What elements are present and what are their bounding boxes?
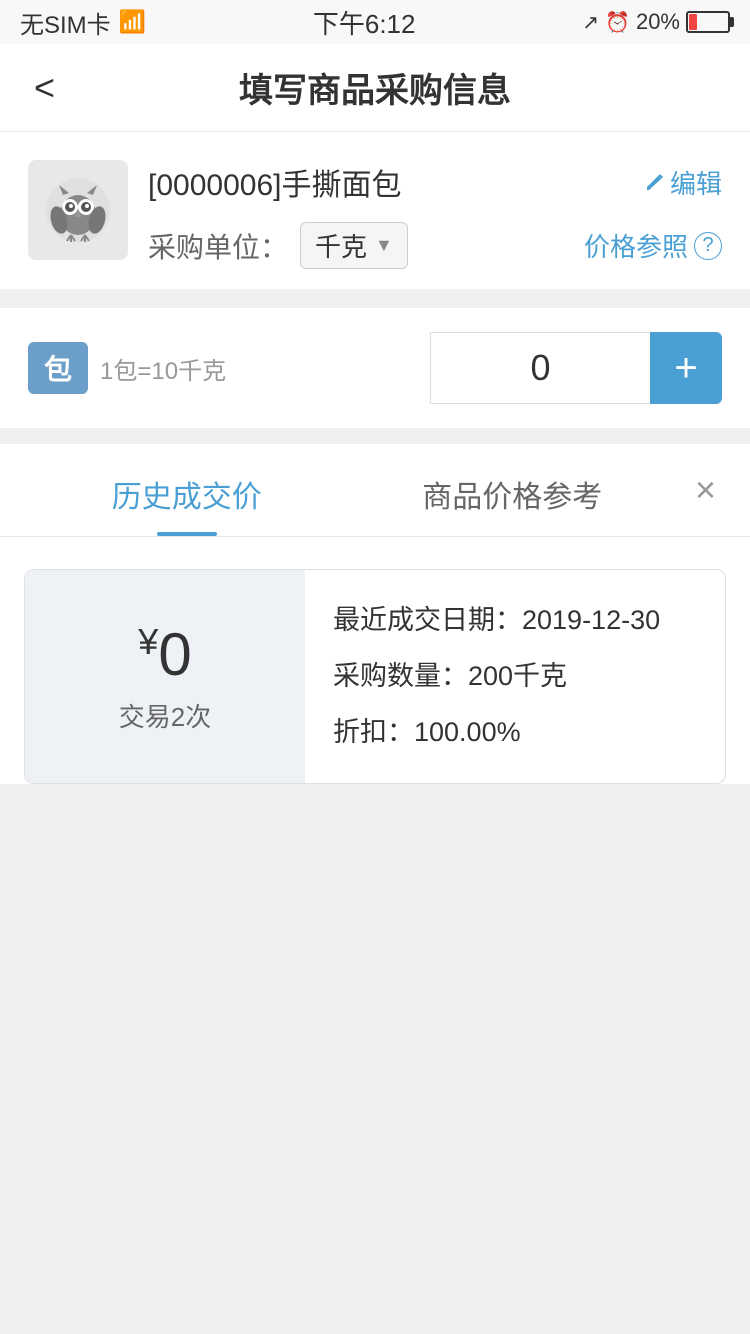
status-time: 下午6:12 (313, 4, 416, 41)
quantity-input-group: + (430, 332, 722, 404)
battery-icon (686, 11, 730, 33)
quantity-unit-box: 包 (28, 342, 88, 394)
wifi-icon: 📶 (119, 9, 146, 35)
tabs-header: 历史成交价 商品价格参考 × (0, 444, 750, 537)
status-right: ↗ ⏰ 20% (582, 9, 730, 35)
purchase-unit-label: 采购单位： (148, 226, 288, 266)
purchase-unit-row: 采购单位： 千克 ▼ 价格参照 ? (148, 222, 722, 269)
battery-text: 20% (636, 9, 680, 35)
price-reference-button[interactable]: 价格参照 ? (584, 227, 722, 264)
product-header: [0000006]手撕面包 编辑 采购单位： 千克 ▼ (28, 160, 722, 269)
price-left: ¥0 交易2次 (25, 570, 305, 783)
status-left: 无SIM卡 📶 (20, 5, 146, 40)
tab-history-price[interactable]: 历史成交价 (24, 444, 349, 536)
tab-product-price[interactable]: 商品价格参考 (349, 444, 674, 536)
tab-underline (157, 532, 217, 536)
price-card: ¥0 交易2次 最近成交日期：2019-12-30 采购数量：200千克 折扣：… (24, 569, 726, 784)
price-detail-discount-row: 折扣：100.00% (333, 714, 697, 752)
tab-history-label: 历史成交价 (112, 481, 262, 514)
price-value: 0 (158, 621, 191, 688)
quantity-label: 包 1包=10千克 (28, 342, 226, 394)
quantity-section: 包 1包=10千克 + (0, 307, 750, 428)
quantity-plus-button[interactable]: + (650, 332, 722, 404)
purchase-qty-value: 200千克 (468, 661, 567, 691)
carrier-text: 无SIM卡 (20, 5, 111, 40)
dropdown-icon: ▼ (375, 235, 393, 256)
alarm-icon: ⏰ (605, 10, 630, 35)
edit-button[interactable]: 编辑 (644, 164, 722, 201)
price-detail-date-row: 最近成交日期：2019-12-30 (333, 602, 697, 640)
tab-product-label: 商品价格参考 (422, 481, 602, 514)
back-button[interactable]: < (24, 57, 65, 119)
discount-label: 折扣： (333, 717, 414, 747)
edit-label: 编辑 (670, 164, 722, 201)
tabs-section: 历史成交价 商品价格参考 × ¥0 交易2次 最近成交日期：2019-12-30… (0, 444, 750, 784)
price-detail-qty-row: 采购数量：200千克 (333, 658, 697, 696)
price-right: 最近成交日期：2019-12-30 采购数量：200千克 折扣：100.00% (305, 570, 725, 783)
product-card: [0000006]手撕面包 编辑 采购单位： 千克 ▼ (0, 132, 750, 289)
purchase-qty-label: 采购数量： (333, 661, 468, 691)
quantity-conversion: 1包=10千克 (100, 351, 226, 386)
product-logo-icon (43, 175, 113, 245)
product-image (28, 160, 128, 260)
recent-date-value: 2019-12-30 (522, 605, 660, 635)
currency-symbol: ¥ (138, 621, 158, 662)
product-name-row: [0000006]手撕面包 编辑 (148, 160, 722, 204)
price-trades: 交易2次 (119, 697, 211, 734)
quantity-input[interactable] (430, 332, 650, 404)
recent-date-label: 最近成交日期： (333, 605, 522, 635)
help-icon: ? (694, 232, 722, 260)
product-name: [0000006]手撕面包 (148, 160, 401, 204)
status-bar: 无SIM卡 📶 下午6:12 ↗ ⏰ 20% (0, 0, 750, 44)
price-amount: ¥0 (138, 620, 191, 689)
separator-1 (0, 289, 750, 305)
edit-icon (644, 171, 666, 193)
nav-bar: < 填写商品采购信息 (0, 44, 750, 132)
product-info: [0000006]手撕面包 编辑 采购单位： 千克 ▼ (148, 160, 722, 269)
close-tab-button[interactable]: × (675, 459, 726, 521)
discount-value: 100.00% (414, 717, 521, 747)
unit-select[interactable]: 千克 ▼ (300, 222, 408, 269)
price-ref-label: 价格参照 (584, 227, 688, 264)
page-title: 填写商品采购信息 (239, 63, 511, 112)
unit-value: 千克 (315, 227, 367, 264)
location-icon: ↗ (582, 10, 599, 35)
